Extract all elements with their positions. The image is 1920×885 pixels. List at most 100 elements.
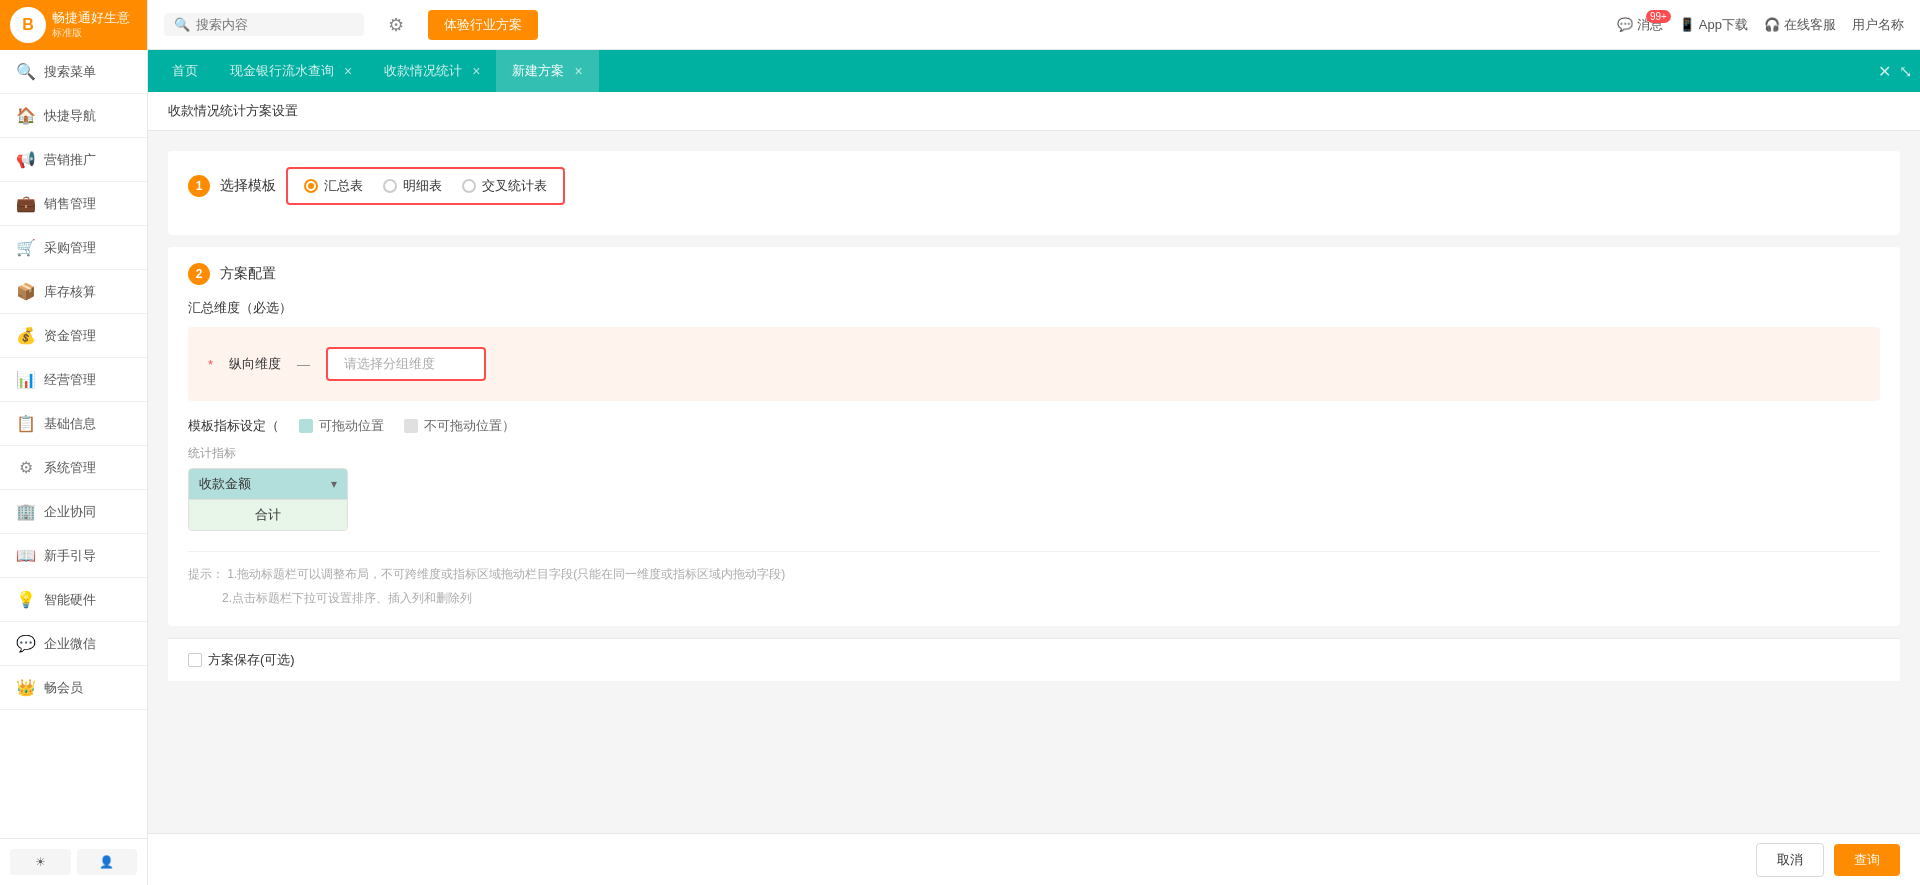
tips-section: 提示： 1.拖动标题栏可以调整布局，不可跨维度或指标区域拖动栏目字段(只能在同一… — [188, 551, 1880, 610]
gear-icon[interactable]: ⚙ — [388, 14, 404, 36]
grid-header[interactable]: 收款金额 ▾ — [189, 469, 347, 499]
tab-new-plan-close[interactable]: × — [574, 63, 582, 79]
save-checkbox[interactable] — [188, 653, 202, 667]
radio-group-template: 汇总表 明细表 交叉统计表 — [304, 177, 547, 195]
sidebar-bottom-btn2[interactable]: 👤 — [77, 849, 138, 875]
basic-icon: 📋 — [16, 414, 36, 433]
message-icon: 💬 — [1617, 17, 1633, 32]
indicators-grid: 收款金额 ▾ 合计 — [188, 468, 348, 531]
demo-button[interactable]: 体验行业方案 — [428, 10, 538, 40]
legend-draggable-label: 可拖动位置 — [319, 417, 384, 435]
finance-icon: 💰 — [16, 326, 36, 345]
tab-collection-stat[interactable]: 收款情况统计 × — [368, 50, 496, 92]
search-input[interactable] — [196, 17, 336, 32]
sidebar-label-purchase: 采购管理 — [44, 239, 96, 257]
system-icon: ⚙ — [16, 458, 36, 477]
member-icon: 👑 — [16, 678, 36, 697]
guide-icon: 📖 — [16, 546, 36, 565]
sidebar-item-purchase[interactable]: 🛒 采购管理 — [0, 226, 147, 270]
sidebar-item-finance[interactable]: 💰 资金管理 — [0, 314, 147, 358]
hardware-icon: 💡 — [16, 590, 36, 609]
tab-new-plan[interactable]: 新建方案 × — [496, 50, 598, 92]
message-badge: 99+ — [1646, 10, 1671, 23]
tip1-text: 1.拖动标题栏可以调整布局，不可跨维度或指标区域拖动栏目字段(只能在同一维度或指… — [227, 567, 785, 581]
content-area: 收款情况统计方案设置 1 选择模板 汇总表 — [148, 92, 1920, 833]
radio-dot-summary — [304, 179, 318, 193]
sidebar-item-hardware[interactable]: 💡 智能硬件 — [0, 578, 147, 622]
search-icon: 🔍 — [174, 17, 190, 32]
radio-label-cross: 交叉统计表 — [482, 177, 547, 195]
radio-detail[interactable]: 明细表 — [383, 177, 442, 195]
service-icon: 🎧 — [1764, 17, 1780, 32]
sidebar-logo: B 畅捷通好生意 标准版 — [0, 0, 147, 50]
sidebar-label-sales: 销售管理 — [44, 195, 96, 213]
sidebar-bottom: ☀ 👤 — [0, 838, 147, 885]
radio-cross[interactable]: 交叉统计表 — [462, 177, 547, 195]
tab-bank-flow[interactable]: 现金银行流水查询 × — [214, 50, 368, 92]
download-item[interactable]: 📱 App下载 — [1679, 16, 1748, 34]
tab-home-label: 首页 — [172, 62, 198, 80]
sidebar-item-enterprise[interactable]: 🏢 企业协同 — [0, 490, 147, 534]
save-checkbox-label[interactable]: 方案保存(可选) — [188, 651, 295, 669]
sidebar-item-guide[interactable]: 📖 新手引导 — [0, 534, 147, 578]
save-label: 方案保存(可选) — [208, 651, 295, 669]
purchase-icon: 🛒 — [16, 238, 36, 257]
sidebar-item-search[interactable]: 🔍 搜索菜单 — [0, 50, 147, 94]
sidebar-item-marketing[interactable]: 📢 营销推广 — [0, 138, 147, 182]
radio-summary[interactable]: 汇总表 — [304, 177, 363, 195]
service-label: 在线客服 — [1784, 16, 1836, 34]
tab-close-all-icon[interactable]: ✕ — [1878, 62, 1891, 81]
service-item[interactable]: 🎧 在线客服 — [1764, 16, 1836, 34]
step2-section: 2 方案配置 汇总维度（必选） * 纵向维度 — 请选择分组维度 — [168, 247, 1900, 626]
sidebar-label-inventory: 库存核算 — [44, 283, 96, 301]
logo-text-block: 畅捷通好生意 标准版 — [52, 10, 130, 41]
dimension-arrow: — — [297, 357, 310, 372]
sidebar-item-system[interactable]: ⚙ 系统管理 — [0, 446, 147, 490]
sidebar-item-wechat[interactable]: 💬 企业微信 — [0, 622, 147, 666]
tab-bank-flow-close[interactable]: × — [344, 63, 352, 79]
dimension-select[interactable]: 请选择分组维度 — [326, 347, 486, 381]
radio-label-summary: 汇总表 — [324, 177, 363, 195]
topbar-search-box[interactable]: 🔍 — [164, 13, 364, 36]
search-icon: 🔍 — [16, 62, 36, 81]
tab-home[interactable]: 首页 — [156, 50, 214, 92]
radio-dot-cross — [462, 179, 476, 193]
step1-title: 选择模板 — [220, 177, 276, 195]
step2-header: 2 方案配置 — [188, 263, 1880, 285]
tab-collection-stat-close[interactable]: × — [472, 63, 480, 79]
required-mark: * — [208, 357, 213, 372]
radio-label-detail: 明细表 — [403, 177, 442, 195]
download-icon: 📱 — [1679, 17, 1695, 32]
step2-title: 方案配置 — [220, 265, 276, 283]
download-label: App下载 — [1699, 16, 1748, 34]
marketing-icon: 📢 — [16, 150, 36, 169]
sidebar-item-quicknav[interactable]: 🏠 快捷导航 — [0, 94, 147, 138]
sidebar-item-member[interactable]: 👑 畅会员 — [0, 666, 147, 710]
logo-icon: B — [10, 7, 46, 43]
sidebar-item-management[interactable]: 📊 经营管理 — [0, 358, 147, 402]
inventory-icon: 📦 — [16, 282, 36, 301]
sidebar-item-basic[interactable]: 📋 基础信息 — [0, 402, 147, 446]
tip2-text: 2.点击标题栏下拉可设置排序、插入列和删除列 — [222, 591, 472, 605]
sidebar-bottom-btn1[interactable]: ☀ — [10, 849, 71, 875]
dimension-area: * 纵向维度 — 请选择分组维度 — [188, 327, 1880, 401]
dimension-section-label: 汇总维度（必选） — [188, 299, 1880, 317]
template-select-box: 汇总表 明细表 交叉统计表 — [286, 167, 565, 205]
footer-save: 方案保存(可选) — [168, 638, 1900, 681]
step1-badge: 1 — [188, 175, 210, 197]
wechat-icon: 💬 — [16, 634, 36, 653]
sales-icon: 💼 — [16, 194, 36, 213]
sidebar-item-inventory[interactable]: 📦 库存核算 — [0, 270, 147, 314]
tab-expand-icon[interactable]: ⤡ — [1899, 62, 1912, 81]
step2-badge: 2 — [188, 263, 210, 285]
sidebar-item-sales[interactable]: 💼 销售管理 — [0, 182, 147, 226]
query-button[interactable]: 查询 — [1834, 844, 1900, 876]
sidebar-label-member: 畅会员 — [44, 679, 83, 697]
tip1: 提示： 1.拖动标题栏可以调整布局，不可跨维度或指标区域拖动栏目字段(只能在同一… — [188, 562, 1880, 586]
cancel-button[interactable]: 取消 — [1756, 843, 1824, 877]
management-icon: 📊 — [16, 370, 36, 389]
step1-header: 1 选择模板 汇总表 明细表 — [188, 167, 1880, 205]
message-item[interactable]: 💬 消息 99+ — [1617, 16, 1663, 34]
draggable-legend-box — [299, 419, 313, 433]
sidebar-label-system: 系统管理 — [44, 459, 96, 477]
